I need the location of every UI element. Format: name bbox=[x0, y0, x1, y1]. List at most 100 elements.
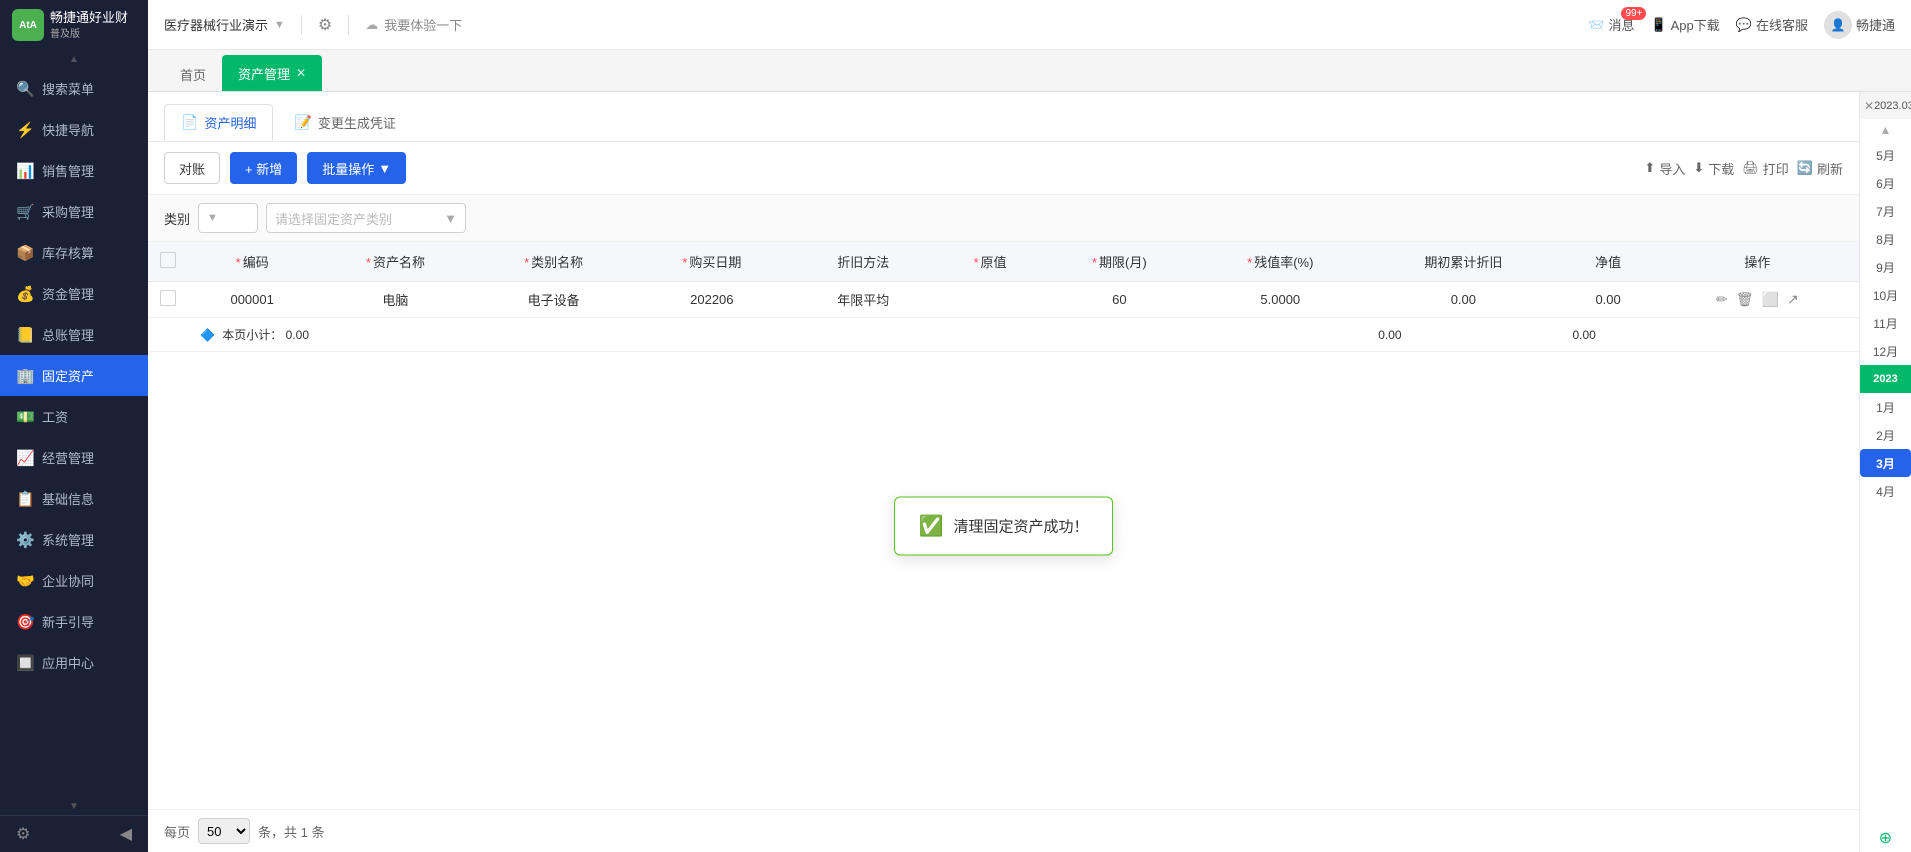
sidebar-scroll-down[interactable]: ▼ bbox=[0, 797, 148, 815]
sidebar-item-quicknav[interactable]: ⚡ 快捷导航 bbox=[0, 109, 148, 150]
sidebar-item-funds[interactable]: 💰 资金管理 bbox=[0, 273, 148, 314]
sub-tab-change_voucher[interactable]: 📝 变更生成凭证 bbox=[277, 104, 412, 141]
collapse-icon[interactable]: ◀ bbox=[120, 824, 132, 844]
calendar-item-2月[interactable]: 2月 bbox=[1860, 421, 1911, 449]
nav-icon-basic_info: 📋 bbox=[16, 490, 34, 508]
nav-icon-sales: 📊 bbox=[16, 162, 34, 180]
cell-net-value-0: 0.00 bbox=[1561, 282, 1656, 318]
row-checkbox-0[interactable] bbox=[160, 290, 176, 306]
calendar-item-4月[interactable]: 4月 bbox=[1860, 477, 1911, 505]
subtotal-row: 🔷 本页小计： 0.00 0.00 0.00 bbox=[148, 318, 1859, 352]
batch-arrow-icon: ▼ bbox=[378, 161, 391, 176]
experience-btn[interactable]: ☁ 我要体验一下 bbox=[365, 15, 462, 34]
sidebar-item-apps[interactable]: 🔲 应用中心 bbox=[0, 642, 148, 683]
print-btn[interactable]: 🖨 打印 bbox=[1742, 159, 1789, 178]
copy-icon-0[interactable]: ⬜ bbox=[1762, 291, 1779, 308]
category-input[interactable]: 请选择固定资产类别 ▼ bbox=[266, 203, 466, 233]
nav-label-quicknav: 快捷导航 bbox=[42, 120, 94, 139]
app-download-label: App下载 bbox=[1671, 15, 1720, 34]
subtotal-label: 本页小计： bbox=[222, 328, 282, 342]
calendar-item-10月[interactable]: 10月 bbox=[1860, 281, 1911, 309]
page-body: 📄 资产明细📝 变更生成凭证 对账 + 新增 批量操作 ▼ ⬆ 导入 bbox=[148, 92, 1911, 852]
calendar-up-arrow[interactable]: ▲ bbox=[1876, 119, 1896, 141]
sub-tab-asset_detail[interactable]: 📄 资产明细 bbox=[164, 104, 273, 141]
sidebar-item-guide[interactable]: 🎯 新手引导 bbox=[0, 601, 148, 642]
company-name: 医疗器械行业演示 bbox=[164, 15, 268, 34]
settings-icon[interactable]: ⚙ bbox=[16, 824, 30, 844]
nav-icon-search: 🔍 bbox=[16, 80, 34, 98]
sidebar-item-purchase[interactable]: 🛒 采购管理 bbox=[0, 191, 148, 232]
topbar-gear-icon[interactable]: ⚙ bbox=[318, 15, 332, 35]
calendar-item-11月[interactable]: 11月 bbox=[1860, 309, 1911, 337]
delete-icon-0[interactable]: 🗑 bbox=[1736, 291, 1754, 308]
sidebar-item-fixed_assets[interactable]: 🏢 固定资产 bbox=[0, 355, 148, 396]
download-btn[interactable]: ⬇ 下载 bbox=[1693, 159, 1734, 178]
reconcile-btn[interactable]: 对账 bbox=[164, 152, 220, 184]
topbar-divider2 bbox=[348, 15, 349, 35]
calendar-item-8月[interactable]: 8月 bbox=[1860, 225, 1911, 253]
calendar-item-3月[interactable]: 3月 bbox=[1860, 449, 1911, 477]
category-select-label: ▼ bbox=[207, 212, 218, 224]
new-btn[interactable]: + 新增 bbox=[230, 152, 297, 184]
category-select[interactable]: ▼ bbox=[198, 203, 258, 233]
calendar-list: 5月6月7月8月9月10月11月12月20231月2月3月4月 bbox=[1860, 141, 1911, 824]
nav-icon-ledger: 📒 bbox=[16, 326, 34, 344]
sidebar-item-enterprise[interactable]: 🤝 企业协同 bbox=[0, 560, 148, 601]
calendar-item-12月[interactable]: 12月 bbox=[1860, 337, 1911, 365]
header-period: 期限(月) bbox=[1044, 242, 1194, 282]
header-category: 类别名称 bbox=[475, 242, 633, 282]
select-all-checkbox[interactable] bbox=[160, 252, 176, 268]
nav-label-purchase: 采购管理 bbox=[42, 202, 94, 221]
tab-home[interactable]: 首页 bbox=[164, 57, 222, 91]
print-icon: 🖨 bbox=[1742, 160, 1759, 176]
app-download-btn[interactable]: 📱 App下载 bbox=[1650, 15, 1719, 34]
toolbar: 对账 + 新增 批量操作 ▼ ⬆ 导入 ⬇ 下载 bbox=[148, 142, 1859, 195]
more-icon-0[interactable]: ↗ bbox=[1787, 291, 1799, 308]
header-depreciation-method: 折旧方法 bbox=[791, 242, 936, 282]
calendar-expand-btn[interactable]: ⊕ bbox=[1875, 824, 1896, 852]
calendar-item-7月[interactable]: 7月 bbox=[1860, 197, 1911, 225]
calendar-item-1月[interactable]: 1月 bbox=[1860, 393, 1911, 421]
tab-bar: 首页资产管理✕ bbox=[148, 50, 1911, 92]
message-icon: 📨 bbox=[1588, 17, 1604, 33]
header-checkbox[interactable] bbox=[148, 242, 188, 282]
company-selector[interactable]: 医疗器械行业演示 ▼ bbox=[164, 15, 285, 34]
refresh-btn[interactable]: 🔄 刷新 bbox=[1797, 159, 1843, 178]
sidebar-item-inventory[interactable]: 📦 库存核算 bbox=[0, 232, 148, 273]
nav-icon-funds: 💰 bbox=[16, 285, 34, 303]
batch-btn[interactable]: 批量操作 ▼ bbox=[307, 152, 406, 184]
close-panel-icon[interactable]: ✕ bbox=[1864, 99, 1874, 113]
user-menu[interactable]: 👤 畅捷通 bbox=[1824, 11, 1895, 39]
nav-label-search: 搜索菜单 bbox=[42, 79, 94, 98]
message-btn[interactable]: 📨 消息 99+ bbox=[1588, 15, 1634, 34]
sidebar-item-payroll[interactable]: 💵 工资 bbox=[0, 396, 148, 437]
edit-icon-0[interactable]: ✏ bbox=[1716, 291, 1728, 308]
batch-label: 批量操作 bbox=[322, 159, 374, 178]
per-page-select[interactable]: 102050100 bbox=[198, 818, 250, 844]
sidebar-item-operations[interactable]: 📈 经营管理 bbox=[0, 437, 148, 478]
tab-asset_mgmt[interactable]: 资产管理✕ bbox=[222, 55, 322, 91]
subtotal-icon: 🔷 bbox=[200, 328, 215, 342]
import-btn[interactable]: ⬆ 导入 bbox=[1644, 159, 1685, 178]
sidebar-item-system[interactable]: ⚙️ 系统管理 bbox=[0, 519, 148, 560]
tab-close-asset_mgmt[interactable]: ✕ bbox=[296, 66, 306, 80]
nav-icon-guide: 🎯 bbox=[16, 613, 34, 631]
sidebar-item-basic_info[interactable]: 📋 基础信息 bbox=[0, 478, 148, 519]
calendar-item-6月[interactable]: 6月 bbox=[1860, 169, 1911, 197]
calendar-item-5月[interactable]: 5月 bbox=[1860, 141, 1911, 169]
nav-icon-enterprise: 🤝 bbox=[16, 572, 34, 590]
sidebar-scroll-up[interactable]: ▲ bbox=[0, 50, 148, 68]
sidebar-item-search[interactable]: 🔍 搜索菜单 bbox=[0, 68, 148, 109]
service-btn[interactable]: 💬 在线客服 bbox=[1736, 15, 1808, 34]
header-residual-rate: 残值率(%) bbox=[1194, 242, 1366, 282]
right-panel: ✕ 2023.03 ⤢ ▲ 5月6月7月8月9月10月11月12月20231月2… bbox=[1859, 92, 1911, 852]
nav-icon-payroll: 💵 bbox=[16, 408, 34, 426]
nav-label-enterprise: 企业协同 bbox=[42, 571, 94, 590]
sub-tab-label-asset_detail: 资产明细 bbox=[204, 113, 256, 132]
sidebar-item-sales[interactable]: 📊 销售管理 bbox=[0, 150, 148, 191]
logo-text: 畅捷通好业财 bbox=[50, 10, 128, 26]
calendar-item-9月[interactable]: 9月 bbox=[1860, 253, 1911, 281]
service-label: 在线客服 bbox=[1756, 15, 1808, 34]
sidebar-item-ledger[interactable]: 📒 总账管理 bbox=[0, 314, 148, 355]
calendar-item-2023[interactable]: 2023 bbox=[1860, 365, 1911, 393]
